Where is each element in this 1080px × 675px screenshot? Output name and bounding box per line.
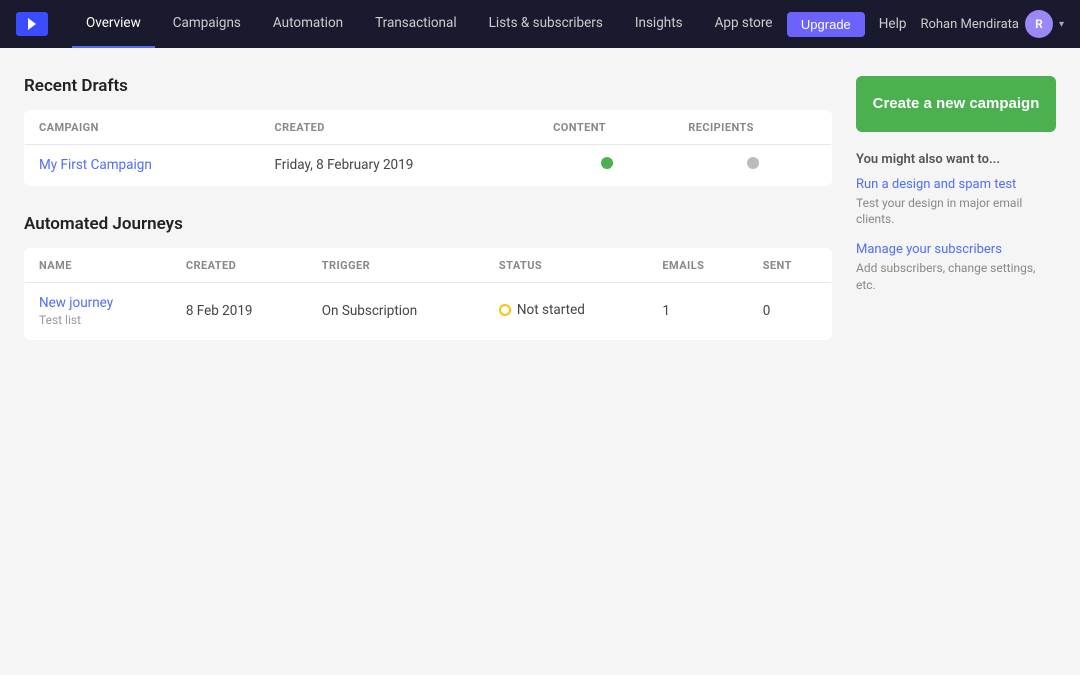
- created-cell: Friday, 8 February 2019: [260, 145, 539, 186]
- col-recipients: RECIPIENTS: [674, 111, 831, 145]
- col-created: CREATED: [260, 111, 539, 145]
- journey-created-cell: 8 Feb 2019: [172, 283, 308, 340]
- nav-right: Upgrade Help Rohan Mendirata R ▾: [787, 10, 1064, 38]
- col-emails: EMAILS: [648, 249, 748, 283]
- recipients-status-cell: [674, 145, 831, 186]
- recipients-status-dot-grey: [747, 157, 759, 169]
- nav-item-appstore[interactable]: App store: [701, 0, 787, 48]
- col-trigger: TRIGGER: [308, 249, 485, 283]
- chevron-down-icon: ▾: [1059, 19, 1064, 30]
- content-area: Recent Drafts CAMPAIGN CREATED CONTENT R…: [24, 76, 832, 368]
- col-content: CONTENT: [539, 111, 674, 145]
- journey-sent-cell: 0: [749, 283, 832, 340]
- nav-item-automation[interactable]: Automation: [259, 0, 357, 48]
- automated-journeys-table: NAME CREATED TRIGGER STATUS EMAILS SENT …: [24, 248, 832, 340]
- table-row: New journey Test list 8 Feb 2019 On Subs…: [25, 283, 832, 340]
- manage-subscribers-link[interactable]: Manage your subscribers: [856, 242, 1056, 257]
- logo[interactable]: [16, 12, 48, 36]
- journey-link[interactable]: New journey: [39, 295, 113, 311]
- manage-subscribers-desc: Add subscribers, change settings, etc.: [856, 260, 1056, 294]
- journey-status-dot: [499, 304, 511, 316]
- help-link[interactable]: Help: [879, 16, 907, 32]
- also-want-label: You might also want to...: [856, 152, 1056, 167]
- user-menu[interactable]: Rohan Mendirata R ▾: [920, 10, 1064, 38]
- sidebar: Create a new campaign You might also wan…: [856, 76, 1056, 368]
- upgrade-button[interactable]: Upgrade: [787, 12, 865, 37]
- recent-drafts-table: CAMPAIGN CREATED CONTENT RECIPIENTS My F…: [24, 110, 832, 186]
- automated-journeys-title: Automated Journeys: [24, 214, 832, 234]
- spam-test-link[interactable]: Run a design and spam test: [856, 177, 1056, 192]
- campaign-link[interactable]: My First Campaign: [39, 157, 152, 173]
- nav-item-lists[interactable]: Lists & subscribers: [475, 0, 617, 48]
- user-name: Rohan Mendirata: [920, 17, 1019, 32]
- journey-trigger-cell: On Subscription: [308, 283, 485, 340]
- logo-icon: [16, 12, 48, 36]
- nav-item-transactional[interactable]: Transactional: [361, 0, 471, 48]
- campaign-cell: My First Campaign: [25, 145, 261, 186]
- journey-status-cell: Not started: [485, 283, 648, 340]
- sidebar-link-group-subscribers: Manage your subscribers Add subscribers,…: [856, 242, 1056, 294]
- avatar: R: [1025, 10, 1053, 38]
- content-status-cell: [539, 145, 674, 186]
- main-content: Recent Drafts CAMPAIGN CREATED CONTENT R…: [0, 48, 1080, 396]
- spam-test-desc: Test your design in major email clients.: [856, 195, 1056, 229]
- col-campaign: CAMPAIGN: [25, 111, 261, 145]
- journey-name-cell: New journey Test list: [25, 283, 172, 340]
- nav-item-campaigns[interactable]: Campaigns: [159, 0, 255, 48]
- journey-emails-cell: 1: [648, 283, 748, 340]
- col-name: NAME: [25, 249, 172, 283]
- journey-status-label: Not started: [517, 302, 585, 318]
- nav-item-insights[interactable]: Insights: [621, 0, 697, 48]
- content-status-dot-green: [601, 157, 613, 169]
- journey-subtext: Test list: [39, 313, 158, 327]
- col-created-j: CREATED: [172, 249, 308, 283]
- nav-item-overview[interactable]: Overview: [72, 0, 155, 48]
- col-status: STATUS: [485, 249, 648, 283]
- create-campaign-button[interactable]: Create a new campaign: [856, 76, 1056, 132]
- recent-drafts-title: Recent Drafts: [24, 76, 832, 96]
- sidebar-link-group-spam: Run a design and spam test Test your des…: [856, 177, 1056, 229]
- nav-items: Overview Campaigns Automation Transactio…: [72, 0, 787, 48]
- col-sent: SENT: [749, 249, 832, 283]
- navbar: Overview Campaigns Automation Transactio…: [0, 0, 1080, 48]
- table-row: My First Campaign Friday, 8 February 201…: [25, 145, 832, 186]
